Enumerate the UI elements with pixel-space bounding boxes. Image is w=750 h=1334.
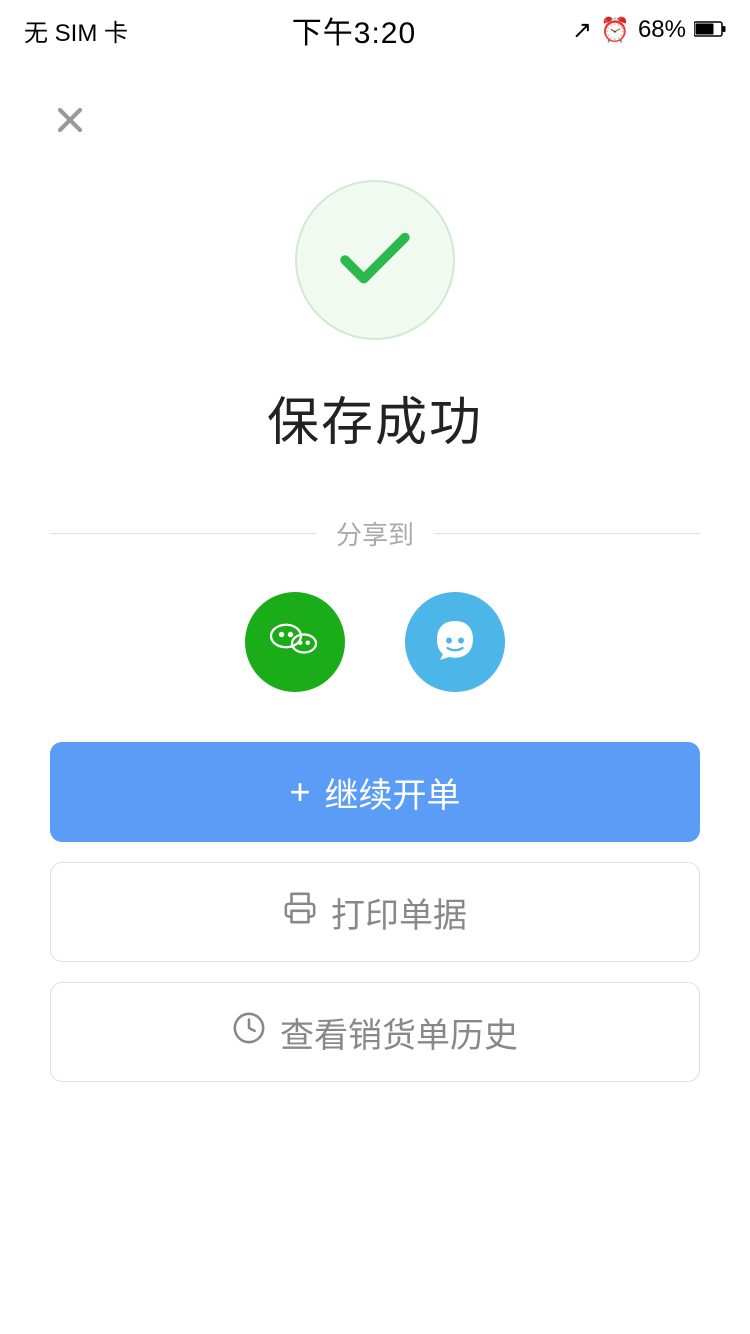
action-buttons: + 继续开单 打印单据 查看销货单历史	[50, 742, 700, 1082]
status-right: ↗ ⏰ 68%	[572, 16, 726, 45]
status-left: 无 SIM 卡	[24, 13, 136, 48]
close-button[interactable]	[30, 80, 110, 160]
status-time: 下午3:20	[292, 8, 416, 52]
continue-icon: +	[289, 771, 310, 813]
history-label: 查看销货单历史	[280, 1008, 518, 1057]
main-content: 保存成功 分享到	[0, 160, 750, 1334]
qq-share-button[interactable]	[405, 592, 505, 692]
history-button[interactable]: 查看销货单历史	[50, 982, 700, 1082]
battery-icon	[694, 16, 726, 44]
checkmark-icon	[330, 215, 420, 305]
wechat-icon	[265, 612, 325, 672]
share-divider: 分享到	[50, 515, 700, 552]
success-title: 保存成功	[267, 380, 483, 455]
continue-button[interactable]: + 继续开单	[50, 742, 700, 842]
status-bar: 无 SIM 卡 下午3:20 ↗ ⏰ 68%	[0, 0, 750, 60]
print-label: 打印单据	[331, 888, 467, 937]
wechat-share-button[interactable]	[245, 592, 345, 692]
share-section: 分享到	[50, 515, 700, 692]
qq-icon	[425, 612, 485, 672]
location-icon: ↗	[572, 16, 592, 45]
alarm-icon: ⏰	[600, 16, 630, 45]
continue-label: 继续开单	[325, 768, 461, 817]
share-icons	[50, 592, 700, 692]
print-button[interactable]: 打印单据	[50, 862, 700, 962]
sim-text: 无 SIM 卡	[24, 13, 128, 48]
share-label: 分享到	[336, 515, 414, 552]
print-icon	[283, 891, 317, 934]
history-icon	[232, 1011, 266, 1054]
battery-text: 68%	[638, 16, 686, 44]
success-icon-circle	[295, 180, 455, 340]
